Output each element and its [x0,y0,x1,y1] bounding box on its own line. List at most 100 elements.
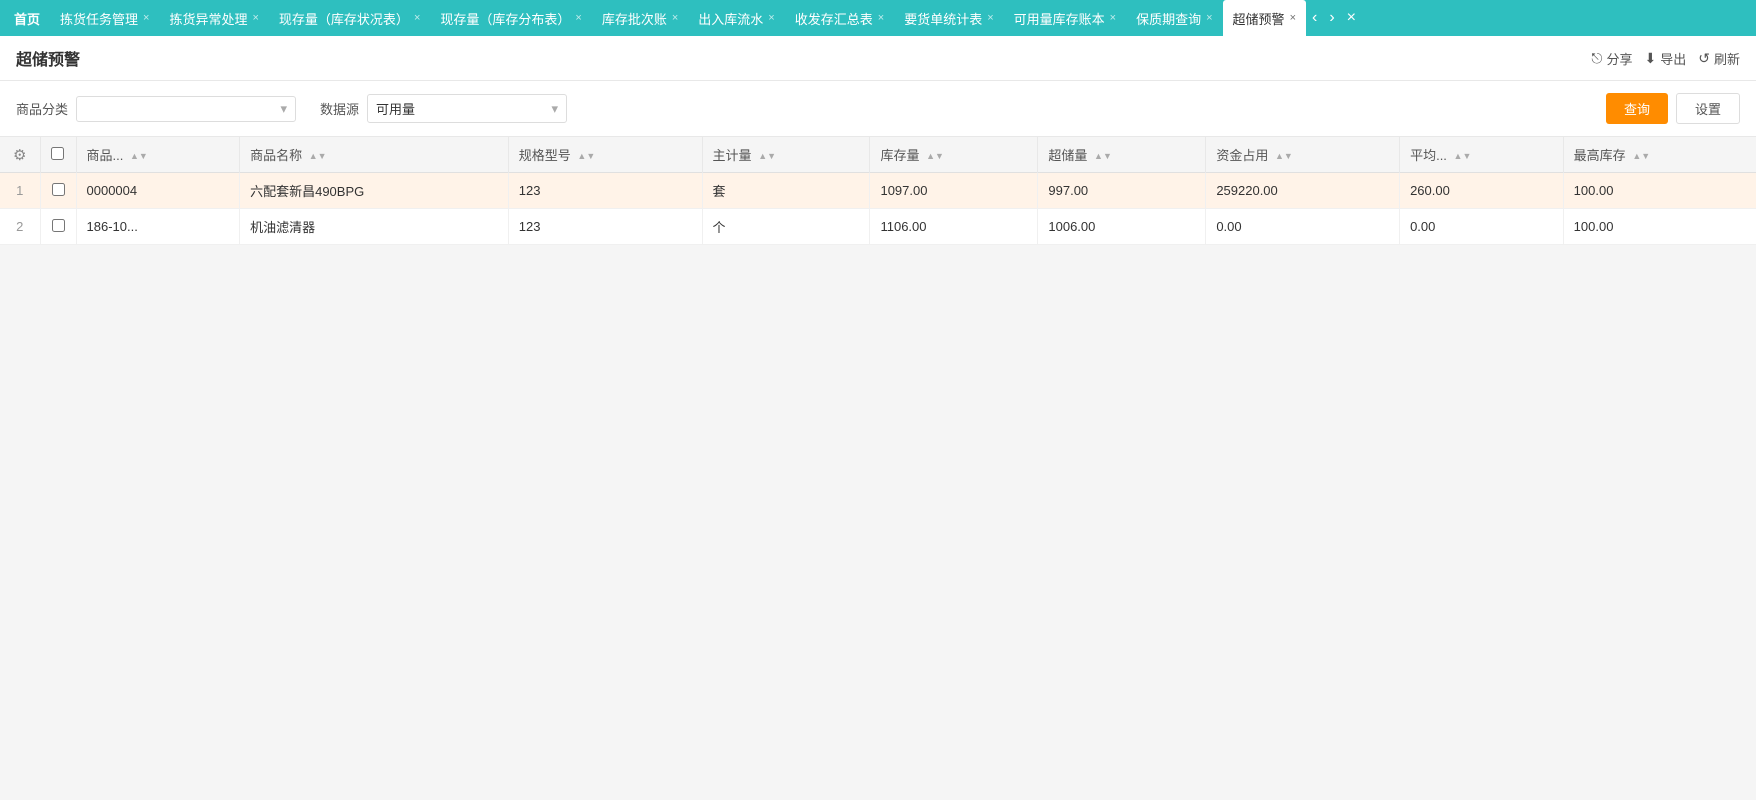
th-product-name[interactable]: 商品名称 ▲▼ [240,137,509,173]
sort-icon: ▲▼ [1094,152,1112,161]
sort-icon: ▲▼ [1632,152,1650,161]
tab-kucun-pici[interactable]: 库存批次账 × [592,0,688,36]
avg: 260.00 [1400,173,1564,209]
table-header-row: ⚙ 商品... ▲▼ 商品名称 ▲▼ 规格型号 ▲▼ 主计 [0,137,1756,173]
tab-chaochuyujing[interactable]: 超储预警 × [1223,0,1306,36]
share-button[interactable]: ⎋ 分享 [1591,49,1632,68]
chevron-down-icon: ▾ [552,101,559,117]
row-num: 1 [0,173,40,209]
chevron-down-icon: ▾ [280,101,287,117]
row-checkbox-cell [40,209,76,245]
nav-next-button[interactable]: › [1323,0,1340,36]
close-icon[interactable]: × [414,12,420,24]
gear-icon[interactable]: ⚙ [13,147,26,164]
select-all-checkbox[interactable] [51,147,64,160]
close-icon[interactable]: × [878,12,884,24]
th-spec[interactable]: 规格型号 ▲▼ [508,137,702,173]
header-actions: ⎋ 分享 ⬇ 导出 ↺ 刷新 [1591,49,1740,68]
spec: 123 [508,173,702,209]
over-stock: 997.00 [1038,173,1206,209]
table-row: 2 186-10... 机油滤清器 123 个 1106.00 1006.00 … [0,209,1756,245]
th-avg[interactable]: 平均... ▲▼ [1400,137,1564,173]
datasource-value: 可用量 [376,99,415,118]
export-button[interactable]: ⬇ 导出 [1645,49,1687,68]
nav-more-button[interactable]: × [1341,0,1362,36]
tab-xiancunliang-zhuangkuang[interactable]: 现存量（库存状况表） × [269,0,430,36]
th-capital[interactable]: 资金占用 ▲▼ [1206,137,1400,173]
refresh-button[interactable]: ↺ 刷新 [1698,49,1740,68]
max-stock: 100.00 [1563,173,1756,209]
row-num: 2 [0,209,40,245]
product-name: 六配套新昌490BPG [240,173,509,209]
filter-area: 商品分类 ▾ 数据源 可用量 ▾ 查询 设置 [0,81,1756,137]
tab-churuku-liushui[interactable]: 出入库流水 × [688,0,784,36]
product-code: 0000004 [76,173,240,209]
tab-jianhuo-renwu[interactable]: 拣货任务管理 × [50,0,159,36]
table-row: 1 0000004 六配套新昌490BPG 123 套 1097.00 997.… [0,173,1756,209]
category-filter-group: 商品分类 ▾ [16,96,296,122]
row-checkbox[interactable] [52,219,65,232]
sort-icon: ▲▼ [309,152,327,161]
table-body: 1 0000004 六配套新昌490BPG 123 套 1097.00 997.… [0,173,1756,245]
th-checkbox [40,137,76,173]
sort-icon: ▲▼ [758,152,776,161]
close-icon[interactable]: × [252,12,258,24]
th-over-stock[interactable]: 超储量 ▲▼ [1038,137,1206,173]
close-icon[interactable]: × [768,12,774,24]
max-stock: 100.00 [1563,209,1756,245]
sort-icon: ▲▼ [926,152,944,161]
th-max-stock[interactable]: 最高库存 ▲▼ [1563,137,1756,173]
capital: 0.00 [1206,209,1400,245]
settings-button[interactable]: 设置 [1676,93,1740,124]
share-icon: ⎋ [1591,50,1602,67]
sort-icon: ▲▼ [1454,152,1472,161]
th-gear: ⚙ [0,137,40,173]
category-label: 商品分类 [16,99,68,118]
product-name: 机油滤清器 [240,209,509,245]
tab-shoufacun-huizong[interactable]: 收发存汇总表 × [785,0,894,36]
query-button[interactable]: 查询 [1606,93,1668,124]
capital: 259220.00 [1206,173,1400,209]
page-title: 超储预警 [16,46,80,70]
unit: 套 [702,173,870,209]
nav-prev-button[interactable]: ‹ [1306,0,1323,36]
datasource-label: 数据源 [320,99,359,118]
th-stock[interactable]: 库存量 ▲▼ [870,137,1038,173]
tab-xiancunliang-fenbiao[interactable]: 现存量（库存分布表） × [430,0,591,36]
datasource-filter-group: 数据源 可用量 ▾ [320,94,567,123]
close-icon[interactable]: × [1206,12,1212,24]
close-icon[interactable]: × [672,12,678,24]
product-code: 186-10... [76,209,240,245]
row-checkbox[interactable] [52,183,65,196]
tab-yaohuo-tongji[interactable]: 要货单统计表 × [894,0,1003,36]
refresh-icon: ↺ [1698,50,1710,67]
data-table: ⚙ 商品... ▲▼ 商品名称 ▲▼ 规格型号 ▲▼ 主计 [0,137,1756,245]
th-unit[interactable]: 主计量 ▲▼ [702,137,870,173]
nav-home[interactable]: 首页 [4,0,50,36]
spec: 123 [508,209,702,245]
datasource-select[interactable]: 可用量 ▾ [367,94,567,123]
filter-actions: 查询 设置 [1606,93,1740,124]
stock: 1097.00 [870,173,1038,209]
close-icon[interactable]: × [987,12,993,24]
sort-icon: ▲▼ [1275,152,1293,161]
row-checkbox-cell [40,173,76,209]
category-select[interactable]: ▾ [76,96,296,122]
avg: 0.00 [1400,209,1564,245]
close-icon[interactable]: × [1290,12,1296,24]
th-product-code[interactable]: 商品... ▲▼ [76,137,240,173]
sort-icon: ▲▼ [130,152,148,161]
topbar: 首页 拣货任务管理 × 拣货异常处理 × 现存量（库存状况表） × 现存量（库存… [0,0,1756,36]
close-icon[interactable]: × [575,12,581,24]
export-icon: ⬇ [1645,50,1657,67]
over-stock: 1006.00 [1038,209,1206,245]
close-icon[interactable]: × [143,12,149,24]
stock: 1106.00 [870,209,1038,245]
tab-baozhi-chaxun[interactable]: 保质期查询 × [1126,0,1222,36]
sort-icon: ▲▼ [577,152,595,161]
close-icon[interactable]: × [1110,12,1116,24]
table-container: ⚙ 商品... ▲▼ 商品名称 ▲▼ 规格型号 ▲▼ 主计 [0,137,1756,245]
page-header: 超储预警 ⎋ 分享 ⬇ 导出 ↺ 刷新 [0,36,1756,81]
tab-keyongliang-zhangben[interactable]: 可用量库存账本 × [1004,0,1126,36]
tab-jianhuo-yichang[interactable]: 拣货异常处理 × [159,0,268,36]
